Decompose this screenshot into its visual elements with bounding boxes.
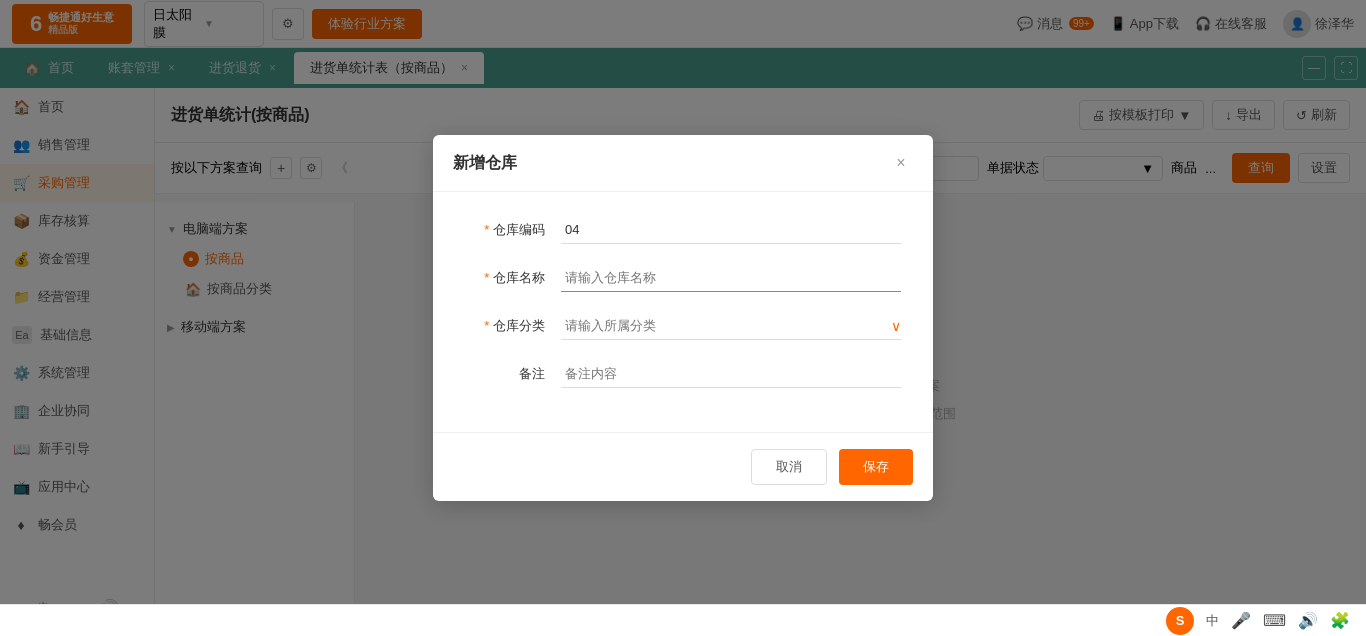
form-row-name: 仓库名称 xyxy=(465,264,901,292)
category-label: 仓库分类 xyxy=(465,317,545,335)
modal-overlay: 新增仓库 × 仓库编码 04 仓库名称 仓库分类 xyxy=(0,0,1366,636)
category-select-wrapper: ∨ xyxy=(561,312,901,340)
note-input[interactable] xyxy=(561,360,901,387)
modal-header: 新增仓库 × xyxy=(433,135,933,192)
save-btn[interactable]: 保存 xyxy=(839,449,913,485)
cancel-btn[interactable]: 取消 xyxy=(751,449,827,485)
form-row-code: 仓库编码 04 xyxy=(465,216,901,244)
volume-icon: 🔊 xyxy=(1298,611,1318,630)
puzzle-icon: 🧩 xyxy=(1330,611,1350,630)
note-input-wrapper xyxy=(561,360,901,388)
modal-footer: 取消 保存 xyxy=(433,432,933,501)
name-input-wrapper xyxy=(561,264,901,292)
name-input[interactable] xyxy=(561,264,901,291)
form-row-category: 仓库分类 ∨ xyxy=(465,312,901,340)
category-input[interactable] xyxy=(561,312,891,339)
form-row-note: 备注 xyxy=(465,360,901,388)
s-icon: S xyxy=(1166,607,1194,635)
mic-icon: 🎤 xyxy=(1231,611,1251,630)
modal-close-btn[interactable]: × xyxy=(889,151,913,175)
code-value: 04 xyxy=(565,222,579,237)
name-label: 仓库名称 xyxy=(465,269,545,287)
category-dropdown-arrow[interactable]: ∨ xyxy=(891,318,901,334)
modal-body: 仓库编码 04 仓库名称 仓库分类 ∨ xyxy=(433,192,933,432)
cn-text: 中 xyxy=(1206,612,1219,630)
keyboard-icon: ⌨ xyxy=(1263,611,1286,630)
modal-title: 新增仓库 xyxy=(453,153,889,174)
note-label: 备注 xyxy=(465,365,545,383)
add-warehouse-modal: 新增仓库 × 仓库编码 04 仓库名称 仓库分类 xyxy=(433,135,933,501)
code-label: 仓库编码 xyxy=(465,221,545,239)
